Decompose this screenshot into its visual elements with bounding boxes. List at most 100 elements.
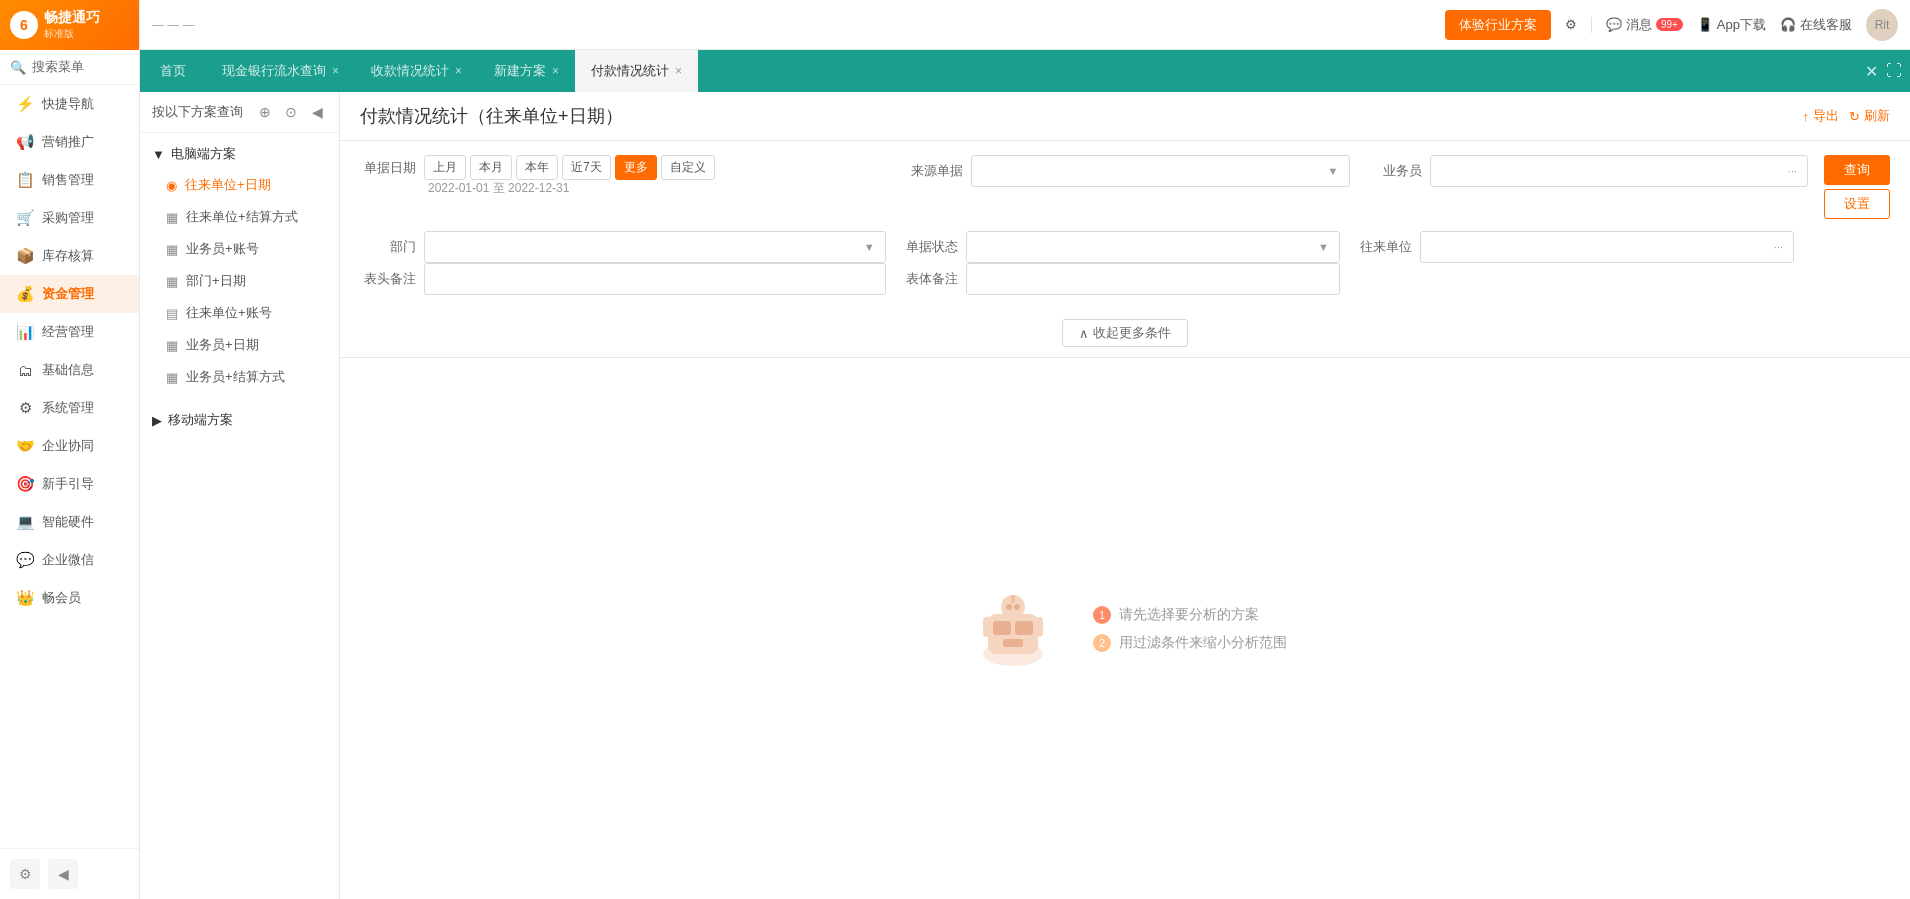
date-filter-group: 上月 本月 本年 近7天 更多 自定义 2022-01-01 至 2022-12… — [424, 155, 715, 197]
tab-payment-stats[interactable]: 付款情况统计 × — [575, 50, 698, 92]
svg-rect-3 — [1015, 621, 1033, 635]
tab-bank-label: 现金银行流水查询 — [222, 62, 326, 80]
nav-label-sales: 销售管理 — [42, 171, 94, 189]
scheme-counterpart-date-icon: ◉ — [166, 178, 177, 193]
sidebar-item-sales[interactable]: 📋销售管理 — [0, 161, 139, 199]
topbar: — — — 体验行业方案 ⚙ 💬 消息 99+ 📱 App下载 🎧 在线客服 — [140, 0, 1910, 50]
online-service-btn[interactable]: 🎧 在线客服 — [1780, 16, 1852, 34]
sidebar-item-member[interactable]: 👑畅会员 — [0, 579, 139, 617]
tab-receipt-stats[interactable]: 收款情况统计 × — [355, 50, 478, 92]
sidebar-item-guide[interactable]: 🎯新手引导 — [0, 465, 139, 503]
scheme-dept-date-label: 部门+日期 — [186, 272, 246, 290]
settings-icon: ⚙ — [1565, 17, 1577, 32]
salesperson-label: 业务员 — [1366, 162, 1422, 180]
collapse-icon: ∧ — [1079, 326, 1089, 341]
refresh-icon: ↻ — [1849, 109, 1860, 124]
sidebar-item-hardware[interactable]: 💻智能硬件 — [0, 503, 139, 541]
refresh-btn[interactable]: ↻ 刷新 — [1849, 107, 1890, 125]
nav-label-quick-nav: 快捷导航 — [42, 95, 94, 113]
svg-rect-4 — [1003, 639, 1023, 647]
add-scheme-btn[interactable]: ⊕ — [255, 102, 275, 122]
sidebar-item-inventory[interactable]: 📦库存核算 — [0, 237, 139, 275]
export-label: 导出 — [1813, 107, 1839, 125]
user-avatar[interactable]: Rit — [1866, 9, 1898, 41]
source-doc-label: 来源单据 — [907, 162, 963, 180]
btn-this-year[interactable]: 本年 — [516, 155, 558, 180]
scheme-counterpart-settle[interactable]: ▦ 往来单位+结算方式 — [140, 201, 339, 233]
btn-last-month[interactable]: 上月 — [424, 155, 466, 180]
panel-collapse-btn[interactable]: ◀ — [307, 102, 327, 122]
svg-rect-5 — [983, 617, 991, 637]
settings-btn[interactable]: ⚙ — [1565, 17, 1577, 32]
nav-icon-inventory: 📦 — [16, 247, 34, 265]
tip-num-2: 2 — [1093, 634, 1111, 652]
tab-new-scheme-label: 新建方案 — [494, 62, 546, 80]
header-remark-input[interactable] — [424, 263, 886, 295]
tab-expand-btn[interactable]: ⛶ — [1886, 62, 1902, 80]
export-btn[interactable]: ↑ 导出 — [1803, 107, 1840, 125]
panel-header: 按以下方案查询 ⊕ ⊙ ◀ — [140, 92, 339, 133]
sidebar-item-operations[interactable]: 📊经营管理 — [0, 313, 139, 351]
tab-new-scheme-close[interactable]: × — [552, 64, 559, 78]
app-download-btn[interactable]: 📱 App下载 — [1697, 16, 1766, 34]
search-menu[interactable]: 🔍 搜索菜单 — [0, 50, 139, 85]
counterpart-select[interactable]: ··· — [1420, 231, 1794, 263]
tip-num-1: 1 — [1093, 606, 1111, 624]
nav-label-basic: 基础信息 — [42, 361, 94, 379]
scheme-salesperson-date-label: 业务员+日期 — [186, 336, 259, 354]
app-name: 畅捷通巧 — [44, 9, 100, 27]
sidebar-item-quick-nav[interactable]: ⚡快捷导航 — [0, 85, 139, 123]
tab-bank[interactable]: 现金银行流水查询 × — [206, 50, 355, 92]
scheme-counterpart-date-label: 往来单位+日期 — [185, 176, 271, 194]
sidebar-item-marketing[interactable]: 📢营销推广 — [0, 123, 139, 161]
page-title: 付款情况统计（往来单位+日期） — [360, 104, 623, 128]
empty-content: 1 请先选择要分析的方案 2 用过滤条件来缩小分析范围 — [963, 579, 1287, 679]
nav-icon-operations: 📊 — [16, 323, 34, 341]
tab-payment-stats-close[interactable]: × — [675, 64, 682, 78]
dept-select[interactable]: ▼ — [424, 231, 886, 263]
desktop-scheme-group: ▼ 电脑端方案 ◉ 往来单位+日期 ▦ 往来单位+结算方式 ▦ 业务员+账号 ▦ — [140, 133, 339, 399]
body-remark-input[interactable] — [966, 263, 1340, 295]
btn-last-7-days[interactable]: 近7天 — [562, 155, 611, 180]
query-btn[interactable]: 查询 — [1824, 155, 1890, 185]
tab-bank-close[interactable]: × — [332, 64, 339, 78]
left-panel: 按以下方案查询 ⊕ ⊙ ◀ ▼ 电脑端方案 ◉ 往来单位+日期 ▦ — [140, 92, 340, 899]
footer-collapse-btn[interactable]: ◀ — [48, 859, 78, 889]
doc-status-select[interactable]: ▼ — [966, 231, 1340, 263]
nav-icon-finance: 💰 — [16, 285, 34, 303]
settings-btn[interactable]: 设置 — [1824, 189, 1890, 219]
sidebar-item-basic[interactable]: 🗂基础信息 — [0, 351, 139, 389]
desktop-scheme-title[interactable]: ▼ 电脑端方案 — [140, 139, 339, 169]
sidebar-item-wechat[interactable]: 💬企业微信 — [0, 541, 139, 579]
tab-receipt-stats-close[interactable]: × — [455, 64, 462, 78]
salesperson-select[interactable]: ··· — [1430, 155, 1809, 187]
scheme-dept-date-icon: ▦ — [166, 274, 178, 289]
scheme-salesperson-settle[interactable]: ▦ 业务员+结算方式 — [140, 361, 339, 393]
mobile-scheme-title[interactable]: ▶ 移动端方案 — [140, 405, 339, 435]
scheme-counterpart-date[interactable]: ◉ 往来单位+日期 — [140, 169, 339, 201]
scheme-salesperson-date[interactable]: ▦ 业务员+日期 — [140, 329, 339, 361]
message-btn[interactable]: 💬 消息 99+ — [1606, 16, 1683, 34]
footer-settings-btn[interactable]: ⚙ — [10, 859, 40, 889]
query-btn-group: 查询 设置 — [1824, 155, 1890, 219]
sidebar-item-purchase[interactable]: 🛒采购管理 — [0, 199, 139, 237]
dept-label: 部门 — [360, 238, 416, 256]
tab-close-all-btn[interactable]: ✕ — [1865, 62, 1878, 81]
scheme-salesperson-account[interactable]: ▦ 业务员+账号 — [140, 233, 339, 265]
scheme-counterpart-account[interactable]: ▤ 往来单位+账号 — [140, 297, 339, 329]
btn-more[interactable]: 更多 — [615, 155, 657, 180]
sidebar-item-system[interactable]: ⚙系统管理 — [0, 389, 139, 427]
btn-this-month[interactable]: 本月 — [470, 155, 512, 180]
trial-btn[interactable]: 体验行业方案 — [1445, 10, 1551, 40]
sidebar-item-collab[interactable]: 🤝企业协同 — [0, 427, 139, 465]
tab-home[interactable]: 首页 — [140, 50, 206, 92]
collapse-more-btn[interactable]: ∧ 收起更多条件 — [1062, 319, 1188, 347]
scheme-dept-date[interactable]: ▦ 部门+日期 — [140, 265, 339, 297]
scheme-settings-btn[interactable]: ⊙ — [281, 102, 301, 122]
filter-row-1: 单据日期 上月 本月 本年 近7天 更多 自定义 20 — [360, 155, 1890, 219]
nav-label-member: 畅会员 — [42, 589, 81, 607]
source-doc-select[interactable]: ▼ — [971, 155, 1350, 187]
btn-custom[interactable]: 自定义 — [661, 155, 715, 180]
sidebar-item-finance[interactable]: 💰资金管理 — [0, 275, 139, 313]
tab-new-scheme[interactable]: 新建方案 × — [478, 50, 575, 92]
